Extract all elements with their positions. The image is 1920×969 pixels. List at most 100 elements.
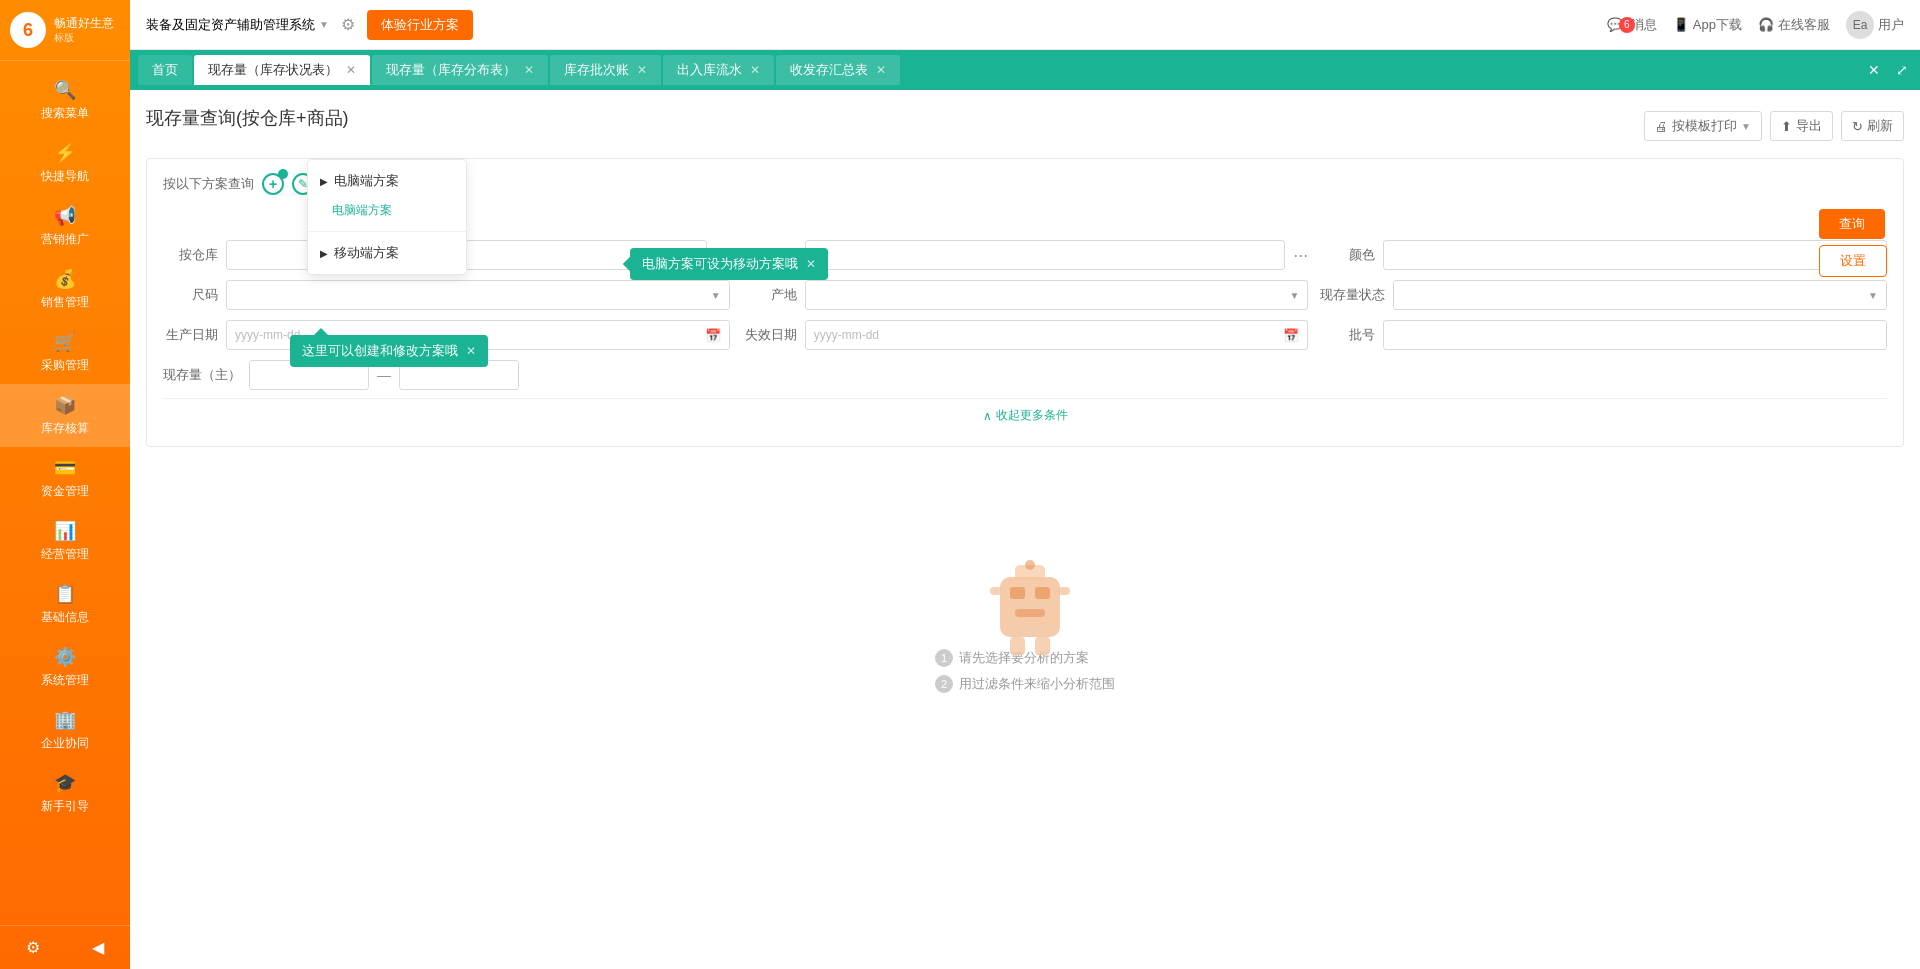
sidebar-item-operations[interactable]: 📊 经营管理 — [0, 510, 130, 573]
header: 装备及固定资产辅助管理系统 ▼ ⚙ 体验行业方案 💬 6 消息 📱 App下载 … — [130, 0, 1920, 50]
empty-state: 1 请先选择要分析的方案 2 用过滤条件来缩小分析范围 — [146, 447, 1904, 773]
filter-row-2: 尺码 ▼ 产地 ▼ 现存量状态 — [163, 280, 1887, 310]
basic-icon: 📋 — [54, 583, 76, 605]
tooltip1-arrow — [616, 257, 630, 271]
filter-section: 按以下方案查询 + ✎ ← ▶ 电脑端方案 电脑 — [146, 158, 1904, 447]
notification-action[interactable]: 💬 6 消息 — [1607, 16, 1657, 34]
tab-collect-summary[interactable]: 收发存汇总表 ✕ — [776, 55, 900, 85]
tooltip-scheme-mobile: 电脑方案可设为移动方案哦 ✕ — [630, 248, 828, 280]
trial-button[interactable]: 体验行业方案 — [367, 10, 473, 40]
add-scheme-dot — [278, 169, 288, 179]
chevron-up-icon: ∧ — [983, 409, 992, 423]
sidebar-item-search[interactable]: 🔍 搜索菜单 — [0, 69, 130, 132]
origin-select[interactable]: ▼ — [805, 280, 1309, 310]
page-title: 现存量查询(按仓库+商品) — [146, 106, 349, 130]
header-left: 装备及固定资产辅助管理系统 ▼ ⚙ 体验行业方案 — [146, 10, 473, 40]
tooltip-create-scheme-close[interactable]: ✕ — [466, 344, 476, 358]
sidebar-settings-btn[interactable]: ⚙ — [26, 938, 40, 957]
tooltip2-arrow — [314, 321, 328, 335]
tab-right-controls: ✕ ⤢ — [1864, 58, 1912, 82]
query-button[interactable]: 查询 — [1819, 209, 1885, 239]
calendar-icon: 📅 — [705, 328, 721, 343]
svg-rect-6 — [1010, 637, 1025, 655]
sidebar-item-system[interactable]: ⚙️ 系统管理 — [0, 636, 130, 699]
maximize-btn[interactable]: ⤢ — [1892, 58, 1912, 82]
tab-inventory-dist[interactable]: 现存量（库存分布表） ✕ — [372, 55, 548, 85]
query-reset-buttons: 查询 设置 — [1819, 209, 1887, 277]
scheme-desktop-item[interactable]: 电脑端方案 — [308, 196, 466, 225]
scheme-panel: ▶ 电脑端方案 电脑端方案 ▶ 移动端方案 — [307, 159, 467, 275]
expire-date-label: 失效日期 — [742, 326, 797, 344]
sidebar: 6 畅通好生意 标版 🔍 搜索菜单 ⚡ 快捷导航 📢 营销推广 💰 销售管理 🛒… — [0, 0, 130, 969]
tab-close-batch[interactable]: ✕ — [637, 63, 647, 77]
settings-gear-icon[interactable]: ⚙ — [341, 15, 355, 34]
phone-icon: 📱 — [1673, 17, 1689, 32]
production-date-label: 生产日期 — [163, 326, 218, 344]
online-support-action[interactable]: 🎧 在线客服 — [1758, 16, 1830, 34]
range-separator: — — [377, 367, 391, 383]
goods-input[interactable] — [805, 240, 1286, 270]
goods-dots-btn[interactable]: ··· — [1293, 245, 1308, 266]
color-select[interactable]: ▼ — [1383, 240, 1887, 270]
app-download-label: App下载 — [1693, 16, 1742, 34]
origin-label: 产地 — [742, 286, 797, 304]
tab-close-summary[interactable]: ✕ — [876, 63, 886, 77]
quick-nav-icon: ⚡ — [54, 142, 76, 164]
sidebar-item-guide[interactable]: 🎓 新手引导 — [0, 762, 130, 825]
logo-text: 畅通好生意 标版 — [54, 16, 114, 45]
sidebar-item-enterprise[interactable]: 🏢 企业协同 — [0, 699, 130, 762]
sidebar-item-basic[interactable]: 📋 基础信息 — [0, 573, 130, 636]
collapse-label: 收起更多条件 — [996, 407, 1068, 424]
sidebar-logo: 6 畅通好生意 标版 — [0, 0, 130, 61]
system-title-dropdown[interactable]: 装备及固定资产辅助管理系统 ▼ — [146, 16, 329, 34]
export-button[interactable]: ⬆ 导出 — [1770, 111, 1833, 141]
batch-input[interactable] — [1383, 320, 1887, 350]
collapse-bar[interactable]: ∧ 收起更多条件 — [163, 398, 1887, 432]
stock-status-select[interactable]: ▼ — [1393, 280, 1887, 310]
tab-home[interactable]: 首页 — [138, 55, 192, 85]
empty-illustration — [965, 527, 1085, 637]
tab-batch-account[interactable]: 库存批次账 ✕ — [550, 55, 661, 85]
template-print-button[interactable]: 🖨 按模板打印 ▼ — [1644, 111, 1762, 141]
tooltip-create-scheme-text: 这里可以创建和修改方案哦 — [302, 342, 458, 360]
operations-icon: 📊 — [54, 520, 76, 542]
field-stock-status: 现存量状态 ▼ — [1320, 280, 1887, 310]
header-right: 💬 6 消息 📱 App下载 🎧 在线客服 Ea 用户 — [1607, 11, 1904, 39]
close-all-tabs-btn[interactable]: ✕ — [1864, 58, 1884, 82]
sidebar-item-purchase[interactable]: 🛒 采购管理 — [0, 321, 130, 384]
tab-in-out-flow[interactable]: 出入库流水 ✕ — [663, 55, 774, 85]
sidebar-item-marketing[interactable]: 📢 营销推广 — [0, 195, 130, 258]
sidebar-menu: 🔍 搜索菜单 ⚡ 快捷导航 📢 营销推广 💰 销售管理 🛒 采购管理 📦 库存核… — [0, 61, 130, 925]
tooltip-create-scheme: 这里可以创建和修改方案哦 ✕ — [290, 335, 488, 367]
scheme-mobile-header[interactable]: ▶ 移动端方案 — [308, 238, 466, 268]
tab-inventory-status[interactable]: 现存量（库存状况表） ✕ — [194, 55, 370, 85]
sidebar-item-quick-nav[interactable]: ⚡ 快捷导航 — [0, 132, 130, 195]
sidebar-collapse-btn[interactable]: ◀ — [92, 938, 104, 957]
tab-close-inventory-dist[interactable]: ✕ — [524, 63, 534, 77]
refresh-icon: ↻ — [1852, 119, 1863, 134]
size-select[interactable]: ▼ — [226, 280, 730, 310]
system-title: 装备及固定资产辅助管理系统 — [146, 16, 315, 34]
inventory-icon: 📦 — [54, 394, 76, 416]
tooltip-scheme-mobile-text: 电脑方案可设为移动方案哦 — [642, 255, 798, 273]
size-label: 尺码 — [163, 286, 218, 304]
sidebar-item-finance[interactable]: 💳 资金管理 — [0, 447, 130, 510]
calendar-icon2: 📅 — [1283, 328, 1299, 343]
expire-date-input[interactable]: yyyy-mm-dd 📅 — [805, 320, 1309, 350]
tooltip-scheme-mobile-close[interactable]: ✕ — [806, 257, 816, 271]
robot-body — [985, 557, 1065, 637]
app-download-action[interactable]: 📱 App下载 — [1673, 16, 1742, 34]
tab-close-inventory-status[interactable]: ✕ — [346, 63, 356, 77]
logo-icon: 6 — [10, 12, 46, 48]
dropdown-arrow-icon: ▼ — [319, 19, 329, 30]
sidebar-item-sales[interactable]: 💰 销售管理 — [0, 258, 130, 321]
scheme-desktop-header[interactable]: ▶ 电脑端方案 — [308, 166, 466, 196]
user-profile[interactable]: Ea 用户 — [1846, 11, 1904, 39]
tab-bar: 首页 现存量（库存状况表） ✕ 现存量（库存分布表） ✕ 库存批次账 ✕ 出入库… — [130, 50, 1920, 90]
field-color: 颜色 ▼ — [1320, 240, 1887, 270]
svg-rect-1 — [1010, 587, 1025, 599]
refresh-button[interactable]: ↻ 刷新 — [1841, 111, 1904, 141]
reset-button[interactable]: 设置 — [1819, 245, 1887, 277]
sidebar-item-inventory[interactable]: 📦 库存核算 — [0, 384, 130, 447]
tab-close-flow[interactable]: ✕ — [750, 63, 760, 77]
